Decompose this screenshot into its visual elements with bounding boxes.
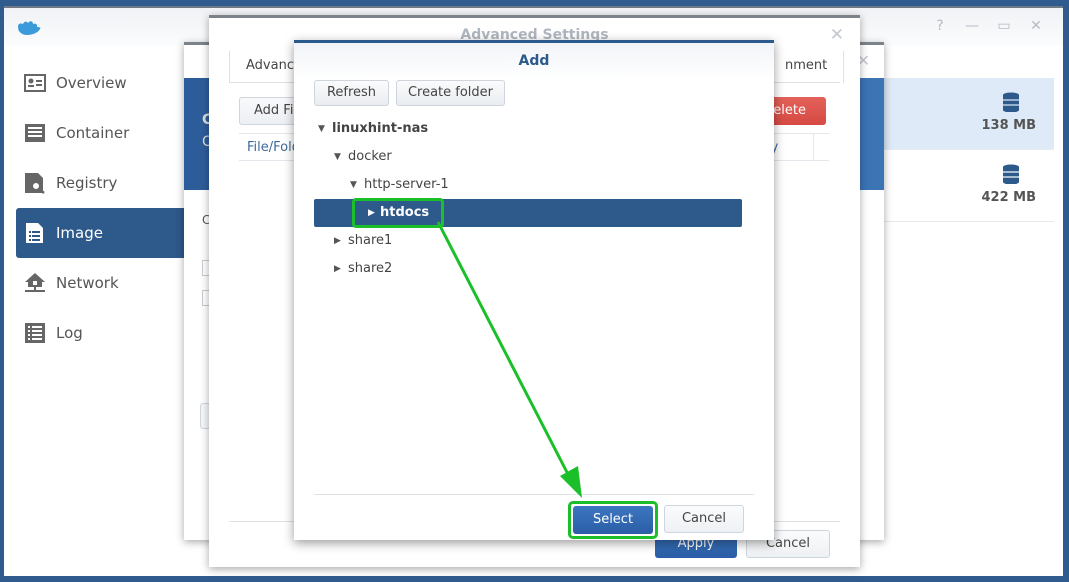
annotation-highlight-box: Select xyxy=(568,501,658,539)
overview-icon xyxy=(24,72,46,94)
sidebar-item-network[interactable]: Network xyxy=(16,258,186,308)
create-folder-button[interactable]: Create folder xyxy=(396,80,505,106)
collapsed-arrow-icon[interactable]: ▶ xyxy=(334,227,344,255)
tree-node-share2[interactable]: ▶ share2 xyxy=(314,255,742,283)
tree-node-label: docker xyxy=(348,149,392,164)
dialog-header: Add xyxy=(294,43,774,79)
sidebar-item-overview[interactable]: Overview xyxy=(16,58,186,108)
image-row[interactable]: 422 MB xyxy=(884,150,1054,222)
tab-environment[interactable]: nment xyxy=(769,51,845,83)
network-icon xyxy=(24,272,46,294)
tree-node-label: share1 xyxy=(348,233,393,248)
tree-node-label: share2 xyxy=(348,261,393,276)
dialog-title: Add xyxy=(518,53,550,69)
image-size: 422 MB xyxy=(981,190,1036,205)
sidebar-item-log[interactable]: Log xyxy=(16,308,186,358)
tree-node-htdocs[interactable]: ▶ htdocs xyxy=(314,198,742,228)
column-file-folder[interactable]: File/Fold xyxy=(239,134,300,161)
sidebar-item-label: Container xyxy=(56,124,130,142)
sidebar-item-image[interactable]: Image xyxy=(16,208,186,258)
registry-icon xyxy=(24,172,46,194)
maximize-icon[interactable]: ▭ xyxy=(995,18,1013,34)
close-icon[interactable]: ✕ xyxy=(830,25,844,45)
expanded-arrow-icon[interactable]: ▼ xyxy=(334,143,344,171)
add-folder-dialog: Add Refresh Create folder ▼ linuxhint-na… xyxy=(294,40,774,540)
log-icon xyxy=(24,322,46,344)
help-icon[interactable]: ? xyxy=(931,18,949,34)
footer-divider xyxy=(314,494,754,495)
sidebar-item-label: Network xyxy=(56,274,119,292)
expanded-arrow-icon[interactable]: ▼ xyxy=(350,171,360,199)
folder-tree: ▼ linuxhint-nas ▼ docker ▼ http-server-1… xyxy=(314,115,742,283)
database-icon xyxy=(1002,164,1020,188)
image-list: 138 MB 422 MB xyxy=(884,78,1054,222)
cancel-button[interactable]: Cancel xyxy=(664,505,744,533)
sidebar: Overview Container Registry Image Networ… xyxy=(16,58,186,358)
image-row[interactable]: 138 MB xyxy=(884,78,1054,150)
database-icon xyxy=(1002,92,1020,116)
minimize-icon[interactable]: — xyxy=(963,18,981,34)
close-icon[interactable]: ✕ xyxy=(1027,18,1045,34)
tree-node-share1[interactable]: ▶ share1 xyxy=(314,227,742,255)
column-divider xyxy=(813,134,814,161)
image-size: 138 MB xyxy=(981,118,1036,133)
docker-whale-icon xyxy=(16,18,42,36)
container-icon xyxy=(24,122,46,144)
refresh-button[interactable]: Refresh xyxy=(314,80,389,106)
tree-node-docker[interactable]: ▼ docker xyxy=(314,143,742,171)
tree-node-label: http-server-1 xyxy=(364,177,449,192)
window-controls: ? — ▭ ✕ xyxy=(931,18,1045,34)
tree-node-http-server-1[interactable]: ▼ http-server-1 xyxy=(314,171,742,199)
sidebar-item-label: Image xyxy=(56,224,103,242)
collapsed-arrow-icon[interactable]: ▶ xyxy=(334,255,344,283)
sidebar-item-label: Registry xyxy=(56,174,118,192)
sidebar-item-label: Overview xyxy=(56,74,127,92)
tree-node-label: linuxhint-nas xyxy=(332,121,429,136)
sidebar-item-label: Log xyxy=(56,324,83,342)
sidebar-item-registry[interactable]: Registry xyxy=(16,158,186,208)
select-button[interactable]: Select xyxy=(573,506,653,534)
image-icon xyxy=(24,222,46,244)
annotation-highlight-box xyxy=(352,198,444,228)
tree-node-linuxhint-nas[interactable]: ▼ linuxhint-nas xyxy=(314,115,742,143)
expanded-arrow-icon[interactable]: ▼ xyxy=(318,115,328,143)
sidebar-item-container[interactable]: Container xyxy=(16,108,186,158)
